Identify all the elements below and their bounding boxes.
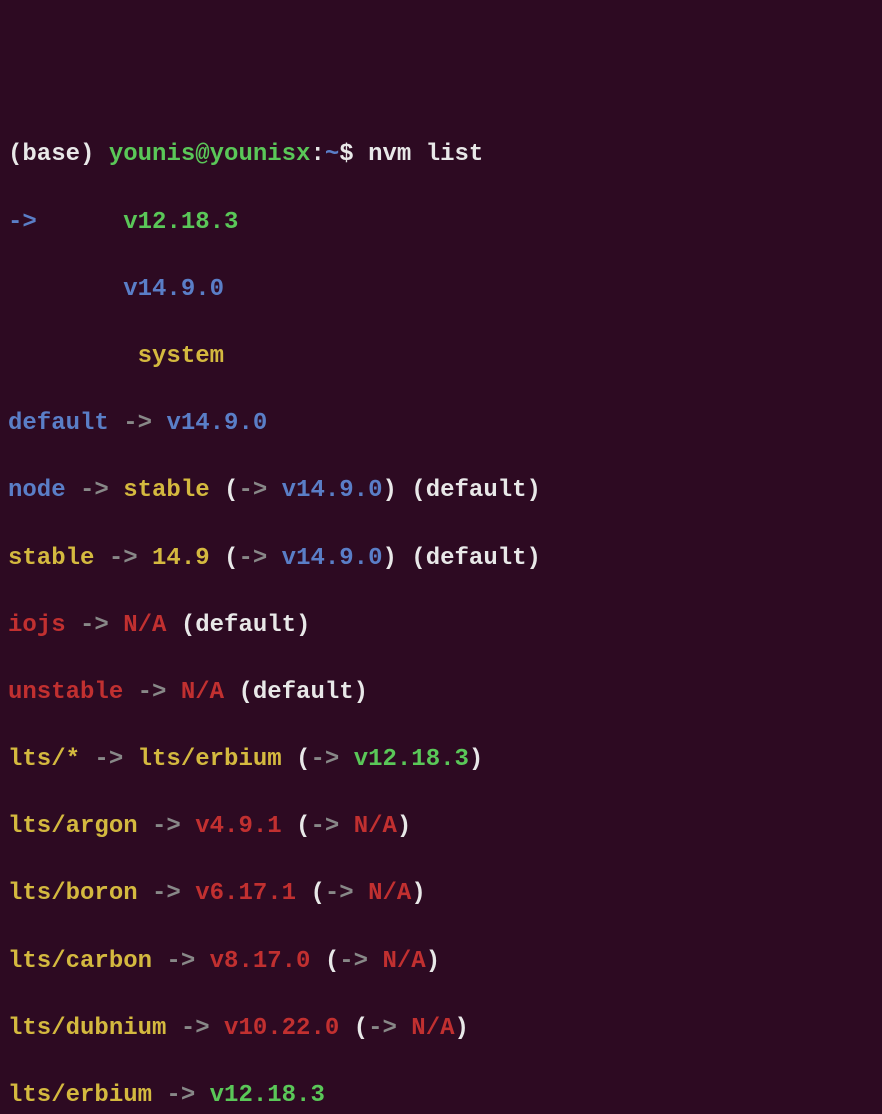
alias-target: v8.17.0 bbox=[210, 948, 311, 975]
extra: (default) bbox=[397, 477, 541, 504]
alias-lts-erbium: lts/erbium -> v12.18.3 bbox=[8, 1079, 874, 1113]
prompt-line-1: (base) younis@younisx:~$ nvm list bbox=[8, 138, 874, 172]
inner-arrow: -> bbox=[310, 746, 353, 773]
current-version-line: -> v12.18.3 bbox=[8, 206, 874, 240]
system-label: system bbox=[138, 343, 224, 370]
arrow: -> bbox=[94, 545, 152, 572]
inner-arrow: -> bbox=[339, 948, 382, 975]
alias-name: default bbox=[8, 410, 109, 437]
alias-node: node -> stable (-> v14.9.0) (default) bbox=[8, 474, 874, 508]
arrow: -> bbox=[138, 813, 196, 840]
alias-target: v10.22.0 bbox=[224, 1015, 339, 1042]
paren-close: ) bbox=[469, 746, 483, 773]
alias-target: v14.9.0 bbox=[166, 410, 267, 437]
dollar: $ bbox=[339, 141, 368, 168]
extra: (default) bbox=[397, 545, 541, 572]
arrow: -> bbox=[152, 948, 210, 975]
conda-env: (base) bbox=[8, 141, 109, 168]
alias-name: unstable bbox=[8, 679, 123, 706]
alias-stable: stable -> 14.9 (-> v14.9.0) (default) bbox=[8, 542, 874, 576]
extra: (default) bbox=[224, 679, 368, 706]
alias-name: lts/dubnium bbox=[8, 1015, 166, 1042]
alias-name: lts/* bbox=[8, 746, 80, 773]
alias-target: v6.17.1 bbox=[195, 880, 296, 907]
arrow: -> bbox=[80, 746, 138, 773]
arrow: -> bbox=[152, 1082, 210, 1109]
inner-arrow: -> bbox=[238, 545, 281, 572]
extra: (default) bbox=[166, 612, 310, 639]
alias-target: 14.9 bbox=[152, 545, 210, 572]
inner-arrow: -> bbox=[368, 1015, 411, 1042]
arrow: -> bbox=[66, 612, 124, 639]
installed-line-v14: v14.9.0 bbox=[8, 273, 874, 307]
alias-name: stable bbox=[8, 545, 94, 572]
arrow: -> bbox=[66, 477, 124, 504]
path: ~ bbox=[325, 141, 339, 168]
alias-name: lts/argon bbox=[8, 813, 138, 840]
alias-name: node bbox=[8, 477, 66, 504]
alias-target: v4.9.1 bbox=[195, 813, 281, 840]
paren-open: ( bbox=[310, 948, 339, 975]
paren-open: ( bbox=[282, 813, 311, 840]
inner-target: v12.18.3 bbox=[354, 746, 469, 773]
alias-lts-argon: lts/argon -> v4.9.1 (-> N/A) bbox=[8, 810, 874, 844]
alias-name: lts/boron bbox=[8, 880, 138, 907]
paren-open: ( bbox=[210, 477, 239, 504]
alias-name: lts/erbium bbox=[8, 1082, 152, 1109]
alias-lts-boron: lts/boron -> v6.17.1 (-> N/A) bbox=[8, 877, 874, 911]
inner-target: v14.9.0 bbox=[282, 545, 383, 572]
system-line: system bbox=[8, 340, 874, 374]
inner-arrow: -> bbox=[238, 477, 281, 504]
alias-unstable: unstable -> N/A (default) bbox=[8, 676, 874, 710]
paren-close: ) bbox=[383, 477, 397, 504]
paren-open: ( bbox=[339, 1015, 368, 1042]
alias-lts-star: lts/* -> lts/erbium (-> v12.18.3) bbox=[8, 743, 874, 777]
alias-target: v12.18.3 bbox=[210, 1082, 325, 1109]
inner-target: N/A bbox=[354, 813, 397, 840]
arrow: -> bbox=[138, 880, 196, 907]
alias-default: default -> v14.9.0 bbox=[8, 407, 874, 441]
paren-close: ) bbox=[455, 1015, 469, 1042]
paren-open: ( bbox=[296, 880, 325, 907]
inner-target: v14.9.0 bbox=[282, 477, 383, 504]
inner-arrow: -> bbox=[310, 813, 353, 840]
paren-close: ) bbox=[397, 813, 411, 840]
paren-close: ) bbox=[426, 948, 440, 975]
inner-target: N/A bbox=[411, 1015, 454, 1042]
inner-target: N/A bbox=[368, 880, 411, 907]
inner-target: N/A bbox=[383, 948, 426, 975]
arrow: -> bbox=[109, 410, 167, 437]
colon: : bbox=[310, 141, 324, 168]
arrow: -> bbox=[166, 1015, 224, 1042]
alias-lts-carbon: lts/carbon -> v8.17.0 (-> N/A) bbox=[8, 945, 874, 979]
arrow: -> bbox=[123, 679, 181, 706]
paren-open: ( bbox=[210, 545, 239, 572]
alias-name: lts/carbon bbox=[8, 948, 152, 975]
alias-iojs: iojs -> N/A (default) bbox=[8, 609, 874, 643]
installed-version: v14.9.0 bbox=[123, 276, 224, 303]
paren-close: ) bbox=[411, 880, 425, 907]
inner-arrow: -> bbox=[325, 880, 368, 907]
paren-open: ( bbox=[282, 746, 311, 773]
alias-target: N/A bbox=[181, 679, 224, 706]
paren-close: ) bbox=[383, 545, 397, 572]
current-arrow: -> bbox=[8, 209, 37, 236]
current-version: v12.18.3 bbox=[123, 209, 238, 236]
alias-lts-dubnium: lts/dubnium -> v10.22.0 (-> N/A) bbox=[8, 1012, 874, 1046]
command-text: nvm list bbox=[368, 141, 483, 168]
user-host: younis@younisx bbox=[109, 141, 311, 168]
alias-target: N/A bbox=[123, 612, 166, 639]
alias-name: iojs bbox=[8, 612, 66, 639]
alias-target: lts/erbium bbox=[138, 746, 282, 773]
alias-target: stable bbox=[123, 477, 209, 504]
